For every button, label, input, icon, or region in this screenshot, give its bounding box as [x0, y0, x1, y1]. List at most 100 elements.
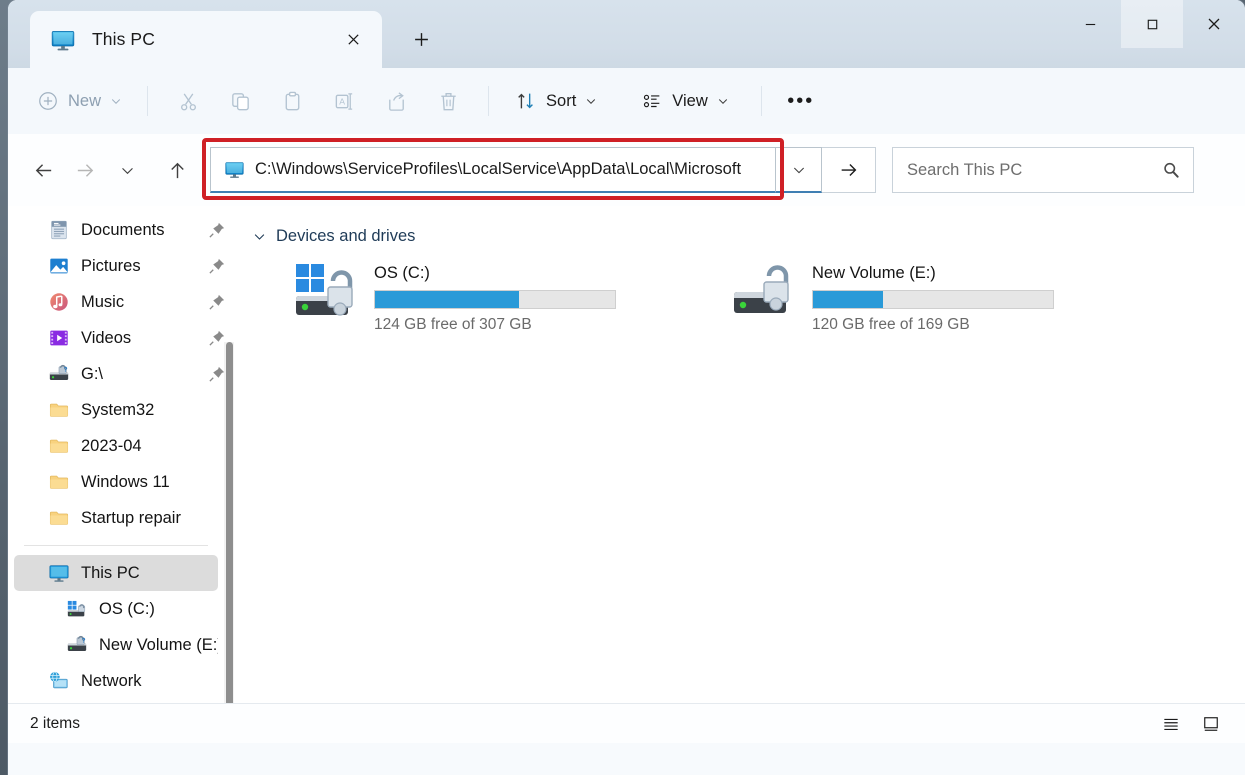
drive-free-space-label: 120 GB free of 169 GB — [812, 316, 970, 333]
sidebar-item-label: Music — [81, 292, 125, 311]
documents-icon — [48, 219, 70, 241]
drive-tile[interactable]: OS (C:) 124 GB free of 307 GB — [290, 258, 620, 338]
title-bar: This PC — [8, 0, 1245, 68]
svg-text:A: A — [339, 96, 345, 106]
quick-access-list: Documents Pictures Music Videos ? G:\ Sy… — [8, 212, 236, 536]
pictures-icon — [48, 255, 70, 277]
copy-button[interactable] — [214, 80, 266, 122]
sidebar-item-label: Documents — [81, 220, 165, 239]
pin-icon[interactable] — [208, 221, 226, 239]
maximize-button[interactable] — [1121, 0, 1183, 48]
group-header-devices-and-drives[interactable]: Devices and drives — [248, 222, 415, 250]
navigation-pane: Documents Pictures Music Videos ? G:\ Sy… — [8, 206, 236, 703]
cut-button[interactable] — [162, 80, 214, 122]
minimize-icon — [1085, 23, 1095, 25]
sidebar-scrollbar-thumb[interactable] — [226, 342, 233, 703]
toolbar-divider-2 — [488, 86, 490, 116]
arrow-left-icon — [35, 163, 51, 177]
drive-meta: OS (C:) 124 GB free of 307 GB — [374, 262, 616, 334]
sidebar-item-startup-repair[interactable]: Startup repair — [14, 500, 218, 536]
sidebar-item-documents[interactable]: Documents — [14, 212, 225, 248]
file-explorer-window: This PC New A Sort View ••• C:\Windows\S… — [8, 0, 1245, 775]
window-controls — [1059, 0, 1245, 48]
svg-text:?: ? — [82, 638, 86, 645]
sort-icon — [518, 93, 533, 109]
sidebar-item-network[interactable]: Network — [14, 663, 218, 699]
back-button[interactable] — [22, 149, 64, 191]
tab-title: This PC — [92, 29, 155, 49]
sidebar-item-this-pc[interactable]: This PC — [14, 555, 218, 591]
view-button[interactable]: View — [631, 80, 738, 122]
scissors-icon — [180, 92, 196, 110]
sidebar-item-windows-11[interactable]: Windows 11 — [14, 464, 218, 500]
see-more-button[interactable]: ••• — [776, 80, 826, 122]
address-dropdown-button[interactable] — [776, 147, 822, 193]
close-tab-button[interactable] — [338, 25, 368, 55]
file-list-pane: Devices and drives OS (C:) 124 GB free of… — [236, 206, 1245, 703]
windows-drive-icon — [66, 598, 88, 620]
rename-button[interactable]: A — [318, 80, 370, 122]
details-view-button[interactable] — [1151, 708, 1191, 740]
new-button-label: New — [68, 91, 102, 110]
address-input[interactable]: C:\Windows\ServiceProfiles\LocalService\… — [210, 147, 776, 193]
toolbar-divider-3 — [760, 86, 762, 116]
sidebar-item-label: Videos — [81, 328, 132, 347]
plus-icon — [414, 32, 428, 46]
sidebar-item-label: This PC — [81, 563, 140, 582]
chevron-down-icon — [111, 99, 121, 104]
rename-icon: A — [335, 92, 352, 110]
sidebar-item-os-c[interactable]: OS (C:) — [14, 591, 218, 627]
network-icon — [48, 670, 70, 692]
drive-usage-fill — [813, 291, 883, 308]
drive-tile[interactable]: New Volume (E:) 120 GB free of 169 GB — [728, 258, 1058, 338]
sidebar-item-label: Network — [81, 671, 142, 690]
windows-drive-unlocked-icon — [294, 262, 368, 320]
share-button[interactable] — [370, 80, 422, 122]
sidebar-item-label: Windows 11 — [81, 472, 170, 491]
chevron-down-icon — [254, 233, 265, 240]
new-tab-button[interactable] — [400, 19, 442, 59]
sidebar-item-videos[interactable]: Videos — [14, 320, 225, 356]
large-icons-view-button[interactable] — [1191, 708, 1231, 740]
view-icon — [644, 94, 660, 108]
folder-icon — [48, 507, 70, 529]
large-icons-view-icon — [1204, 716, 1218, 731]
delete-button[interactable] — [422, 80, 474, 122]
paste-button[interactable] — [266, 80, 318, 122]
drive-tiles: OS (C:) 124 GB free of 307 GB New Volume … — [248, 250, 1245, 338]
search-input[interactable]: Search This PC — [892, 147, 1194, 193]
this-pc-monitor-icon — [48, 562, 70, 584]
new-button[interactable]: New — [30, 81, 133, 121]
this-pc-monitor-icon — [224, 159, 245, 180]
drive-icon: ? — [48, 363, 70, 385]
music-icon — [48, 291, 70, 313]
go-button[interactable] — [822, 147, 876, 193]
sidebar-item-label: Startup repair — [81, 508, 181, 527]
this-pc-monitor-icon — [50, 27, 76, 53]
tab-this-pc[interactable]: This PC — [30, 11, 382, 68]
sidebar-scrollbar[interactable] — [224, 342, 234, 703]
close-icon — [1208, 18, 1220, 30]
sidebar-item-music[interactable]: Music — [14, 284, 225, 320]
plus-circle-icon — [39, 92, 57, 110]
drive-usage-fill — [375, 291, 519, 308]
folder-icon — [48, 435, 70, 457]
close-window-button[interactable] — [1183, 0, 1245, 48]
explorer-body: Documents Pictures Music Videos ? G:\ Sy… — [8, 206, 1245, 703]
drive-usage-bar — [374, 290, 616, 309]
forward-button[interactable] — [64, 149, 106, 191]
up-button[interactable] — [156, 149, 198, 191]
pin-icon[interactable] — [208, 293, 226, 311]
sidebar-item-system32[interactable]: System32 — [14, 392, 218, 428]
pin-icon[interactable] — [208, 257, 226, 275]
sidebar-item-new-volume-e[interactable]: ? New Volume (E:) — [14, 627, 218, 663]
recent-locations-button[interactable] — [106, 149, 148, 191]
minimize-button[interactable] — [1059, 0, 1121, 48]
sidebar-item-g[interactable]: ? G:\ — [14, 356, 225, 392]
trash-icon — [440, 92, 456, 110]
chevron-down-icon — [793, 167, 804, 173]
sidebar-item-pictures[interactable]: Pictures — [14, 248, 225, 284]
sidebar-item-2023-04[interactable]: 2023-04 — [14, 428, 218, 464]
sort-button[interactable]: Sort — [505, 80, 607, 122]
drive-name: OS (C:) — [374, 264, 430, 282]
